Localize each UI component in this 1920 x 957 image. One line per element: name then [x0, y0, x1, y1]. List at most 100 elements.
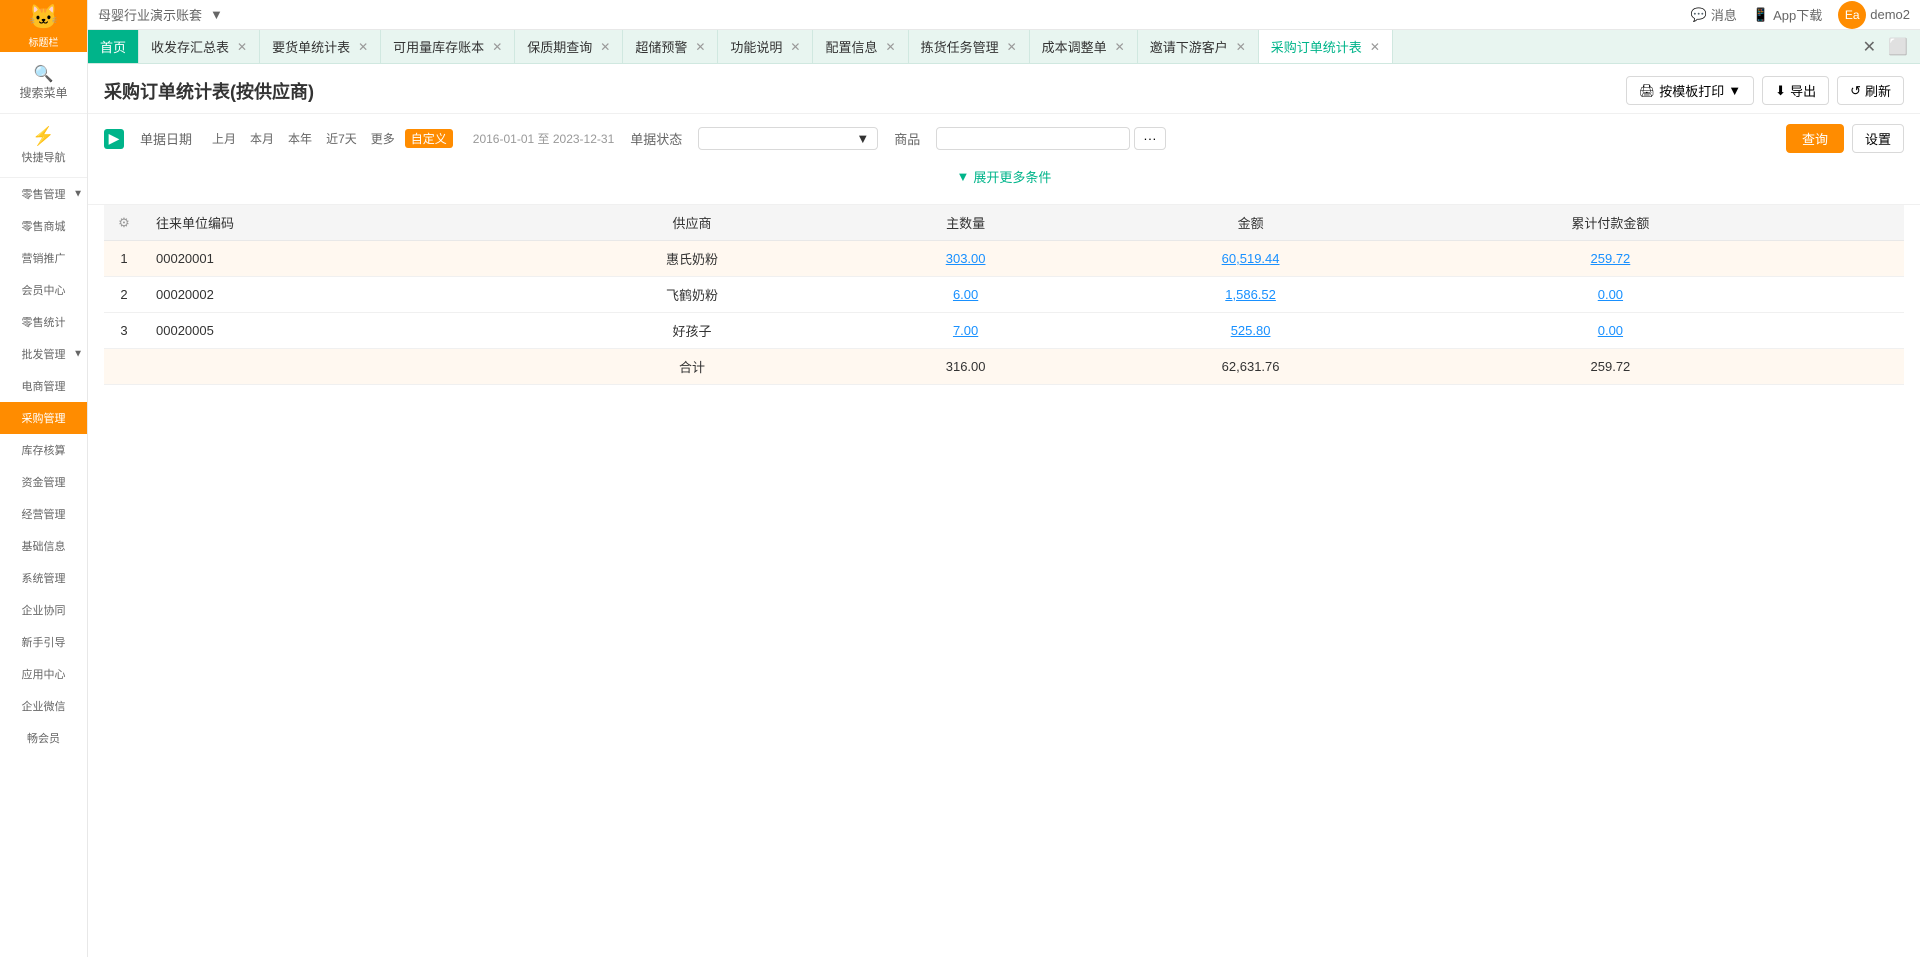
sidebar-item-qiyeweixin[interactable]: 企业微信 [0, 690, 87, 722]
tab-shoufahuizong[interactable]: 收发存汇总表✕ [139, 30, 260, 64]
column-settings-icon[interactable]: ⚙ [116, 215, 132, 231]
tab-close-icon[interactable]: ✕ [1236, 40, 1246, 54]
th-settings: ⚙ [104, 205, 144, 241]
sidebar-item-qiye[interactable]: 企业协同 [0, 594, 87, 626]
tab-close-icon[interactable]: ✕ [695, 40, 705, 54]
tab-close-icon[interactable]: ✕ [1370, 40, 1380, 54]
query-button[interactable]: 查询 [1786, 124, 1844, 153]
quick-nav-item[interactable]: ⚡ 快捷导航 [0, 118, 87, 173]
tab-label: 邀请下游客户 [1150, 37, 1228, 56]
row-qty: 303.00 [841, 241, 1091, 277]
maximize-button[interactable]: ⬜ [1884, 35, 1912, 59]
sidebar-item-xinshou[interactable]: 新手引导 [0, 626, 87, 658]
shortcut-this-year[interactable]: 本年 [284, 129, 316, 148]
sidebar-item-lingshoucheng[interactable]: 零售商城 [0, 210, 87, 242]
tabbar-actions: ✕ ⬜ [1851, 35, 1920, 59]
workspace-dropdown-icon[interactable]: ▼ [210, 7, 223, 22]
sidebar-item-jingying[interactable]: 经营管理 [0, 498, 87, 530]
sidebar-item-yingyong[interactable]: 应用中心 [0, 658, 87, 690]
amount-link[interactable]: 60,519.44 [1222, 251, 1280, 266]
tab-chaochu[interactable]: 超储预警✕ [623, 30, 718, 64]
sidebar-item-kucun[interactable]: 库存核算 [0, 434, 87, 466]
search-icon: 🔍 [34, 64, 54, 84]
sidebar-item-pifa[interactable]: 批发管理▼ [0, 338, 87, 370]
settings-button[interactable]: 设置 [1852, 124, 1904, 153]
tab-label: 可用量库存账本 [393, 37, 484, 56]
sidebar-item-zijin[interactable]: 资金管理 [0, 466, 87, 498]
sidebar-item-huiyuan[interactable]: 会员中心 [0, 274, 87, 306]
qty-link[interactable]: 7.00 [953, 323, 978, 338]
user-avatar: Ea [1838, 1, 1866, 29]
tab-chengben[interactable]: 成本调整单 ✕ [1030, 30, 1138, 64]
goods-input[interactable] [936, 127, 1130, 150]
sidebar-arrow-icon: ▼ [73, 349, 83, 360]
sidebar-item-changhui[interactable]: 畅会员 [0, 722, 87, 754]
sidebar-item-lingshou[interactable]: 零售管理▼ [0, 178, 87, 210]
topbar-right: 💬 消息 📱 App下载 Ea demo2 [1691, 1, 1910, 29]
tab-close-icon[interactable]: ✕ [358, 40, 368, 54]
search-menu-button[interactable]: 🔍 搜索菜单 [6, 60, 81, 105]
sidebar-item-lingshoutj[interactable]: 零售统计 [0, 306, 87, 338]
paid-link[interactable]: 259.72 [1591, 251, 1631, 266]
message-button[interactable]: 💬 消息 [1691, 5, 1737, 24]
sidebar-item-caigougl[interactable]: 采购管理 [0, 402, 87, 434]
print-button[interactable]: 🖨 按模板打印 ▼ [1626, 76, 1754, 105]
sidebar-item-xitong[interactable]: 系统管理 [0, 562, 87, 594]
tab-keyong[interactable]: 可用量库存账本 ✕ [381, 30, 515, 64]
expand-down-icon: ▼ [957, 169, 970, 184]
quick-nav-section: ⚡ 快捷导航 [0, 114, 87, 178]
tab-gongneng[interactable]: 功能说明 ✕ [718, 30, 813, 64]
date-shortcuts: 上月 本月 本年 近7天 更多 自定义 [208, 129, 453, 148]
close-tab-button[interactable]: ✕ [1859, 35, 1880, 59]
tab-close-icon[interactable]: ✕ [790, 40, 800, 54]
tab-yaohuo[interactable]: 要货单统计表✕ [260, 30, 381, 64]
filter-toggle-button[interactable]: ▶ [104, 129, 124, 149]
shortcut-last-month[interactable]: 上月 [208, 129, 240, 148]
qty-link[interactable]: 303.00 [946, 251, 986, 266]
qty-link[interactable]: 6.00 [953, 287, 978, 302]
shortcut-this-month[interactable]: 本月 [246, 129, 278, 148]
tab-peizhi[interactable]: 配置信息✕ [813, 30, 908, 64]
row-amount: 1,586.52 [1090, 277, 1410, 313]
shortcut-more[interactable]: 更多 [367, 129, 399, 148]
tab-label: 功能说明 [730, 37, 782, 56]
refresh-button[interactable]: ↺ 刷新 [1837, 76, 1904, 105]
tab-close-icon[interactable]: ✕ [886, 40, 896, 54]
paid-link[interactable]: 0.00 [1598, 287, 1623, 302]
tab-label: 成本调整单 [1042, 37, 1107, 56]
goods-ellipsis-button[interactable]: ··· [1134, 127, 1165, 150]
amount-link[interactable]: 1,586.52 [1225, 287, 1276, 302]
tab-close-icon[interactable]: ✕ [492, 40, 502, 54]
paid-link[interactable]: 0.00 [1598, 323, 1623, 338]
sidebar-item-jichu[interactable]: 基础信息 [0, 530, 87, 562]
tab-baozhiqi[interactable]: 保质期查询✕ [515, 30, 623, 64]
main-area: 母婴行业演示账套 ▼ 💬 消息 📱 App下载 Ea demo2 首页收发存汇总… [88, 0, 1920, 957]
user-menu[interactable]: Ea demo2 [1838, 1, 1910, 29]
tab-yaoqing[interactable]: 邀请下游客户 ✕ [1138, 30, 1259, 64]
row-paid: 259.72 [1411, 241, 1810, 277]
shortcut-7days[interactable]: 近7天 [322, 129, 361, 148]
tab-caigou[interactable]: 采购订单统计表✕ [1259, 30, 1393, 64]
expand-more-button[interactable]: ▼ 展开更多条件 [957, 167, 1052, 186]
status-select[interactable]: ▼ [698, 127, 878, 150]
th-extra [1810, 205, 1904, 241]
sidebar-item-diangshang[interactable]: 电商管理 [0, 370, 87, 402]
tab-close-icon[interactable]: ✕ [1115, 40, 1125, 54]
sidebar-item-yingxiao[interactable]: 营销推广 [0, 242, 87, 274]
app-logo: 🐱 标题栏 [0, 0, 87, 52]
tab-close-icon[interactable]: ✕ [237, 40, 247, 54]
export-button[interactable]: ⬇ 导出 [1762, 76, 1829, 105]
sidebar-item-label: 应用中心 [22, 666, 66, 682]
amount-link[interactable]: 525.80 [1231, 323, 1271, 338]
tab-zhihuo[interactable]: 拣货任务管理✕ [909, 30, 1030, 64]
tab-home[interactable]: 首页 [88, 30, 139, 64]
topbar-left: 母婴行业演示账套 ▼ [98, 5, 223, 24]
tab-close-icon[interactable]: ✕ [600, 40, 610, 54]
tab-close-icon[interactable]: ✕ [1007, 40, 1017, 54]
shortcut-custom[interactable]: 自定义 [405, 129, 453, 148]
download-icon: 📱 [1753, 7, 1769, 23]
search-label: 搜索菜单 [19, 84, 67, 101]
app-download-button[interactable]: 📱 App下载 [1753, 5, 1822, 24]
filter-row-1: ▶ 单据日期 上月 本月 本年 近7天 更多 自定义 2016-01-01 至 … [104, 124, 1904, 153]
app-download-label: App下载 [1773, 5, 1822, 24]
